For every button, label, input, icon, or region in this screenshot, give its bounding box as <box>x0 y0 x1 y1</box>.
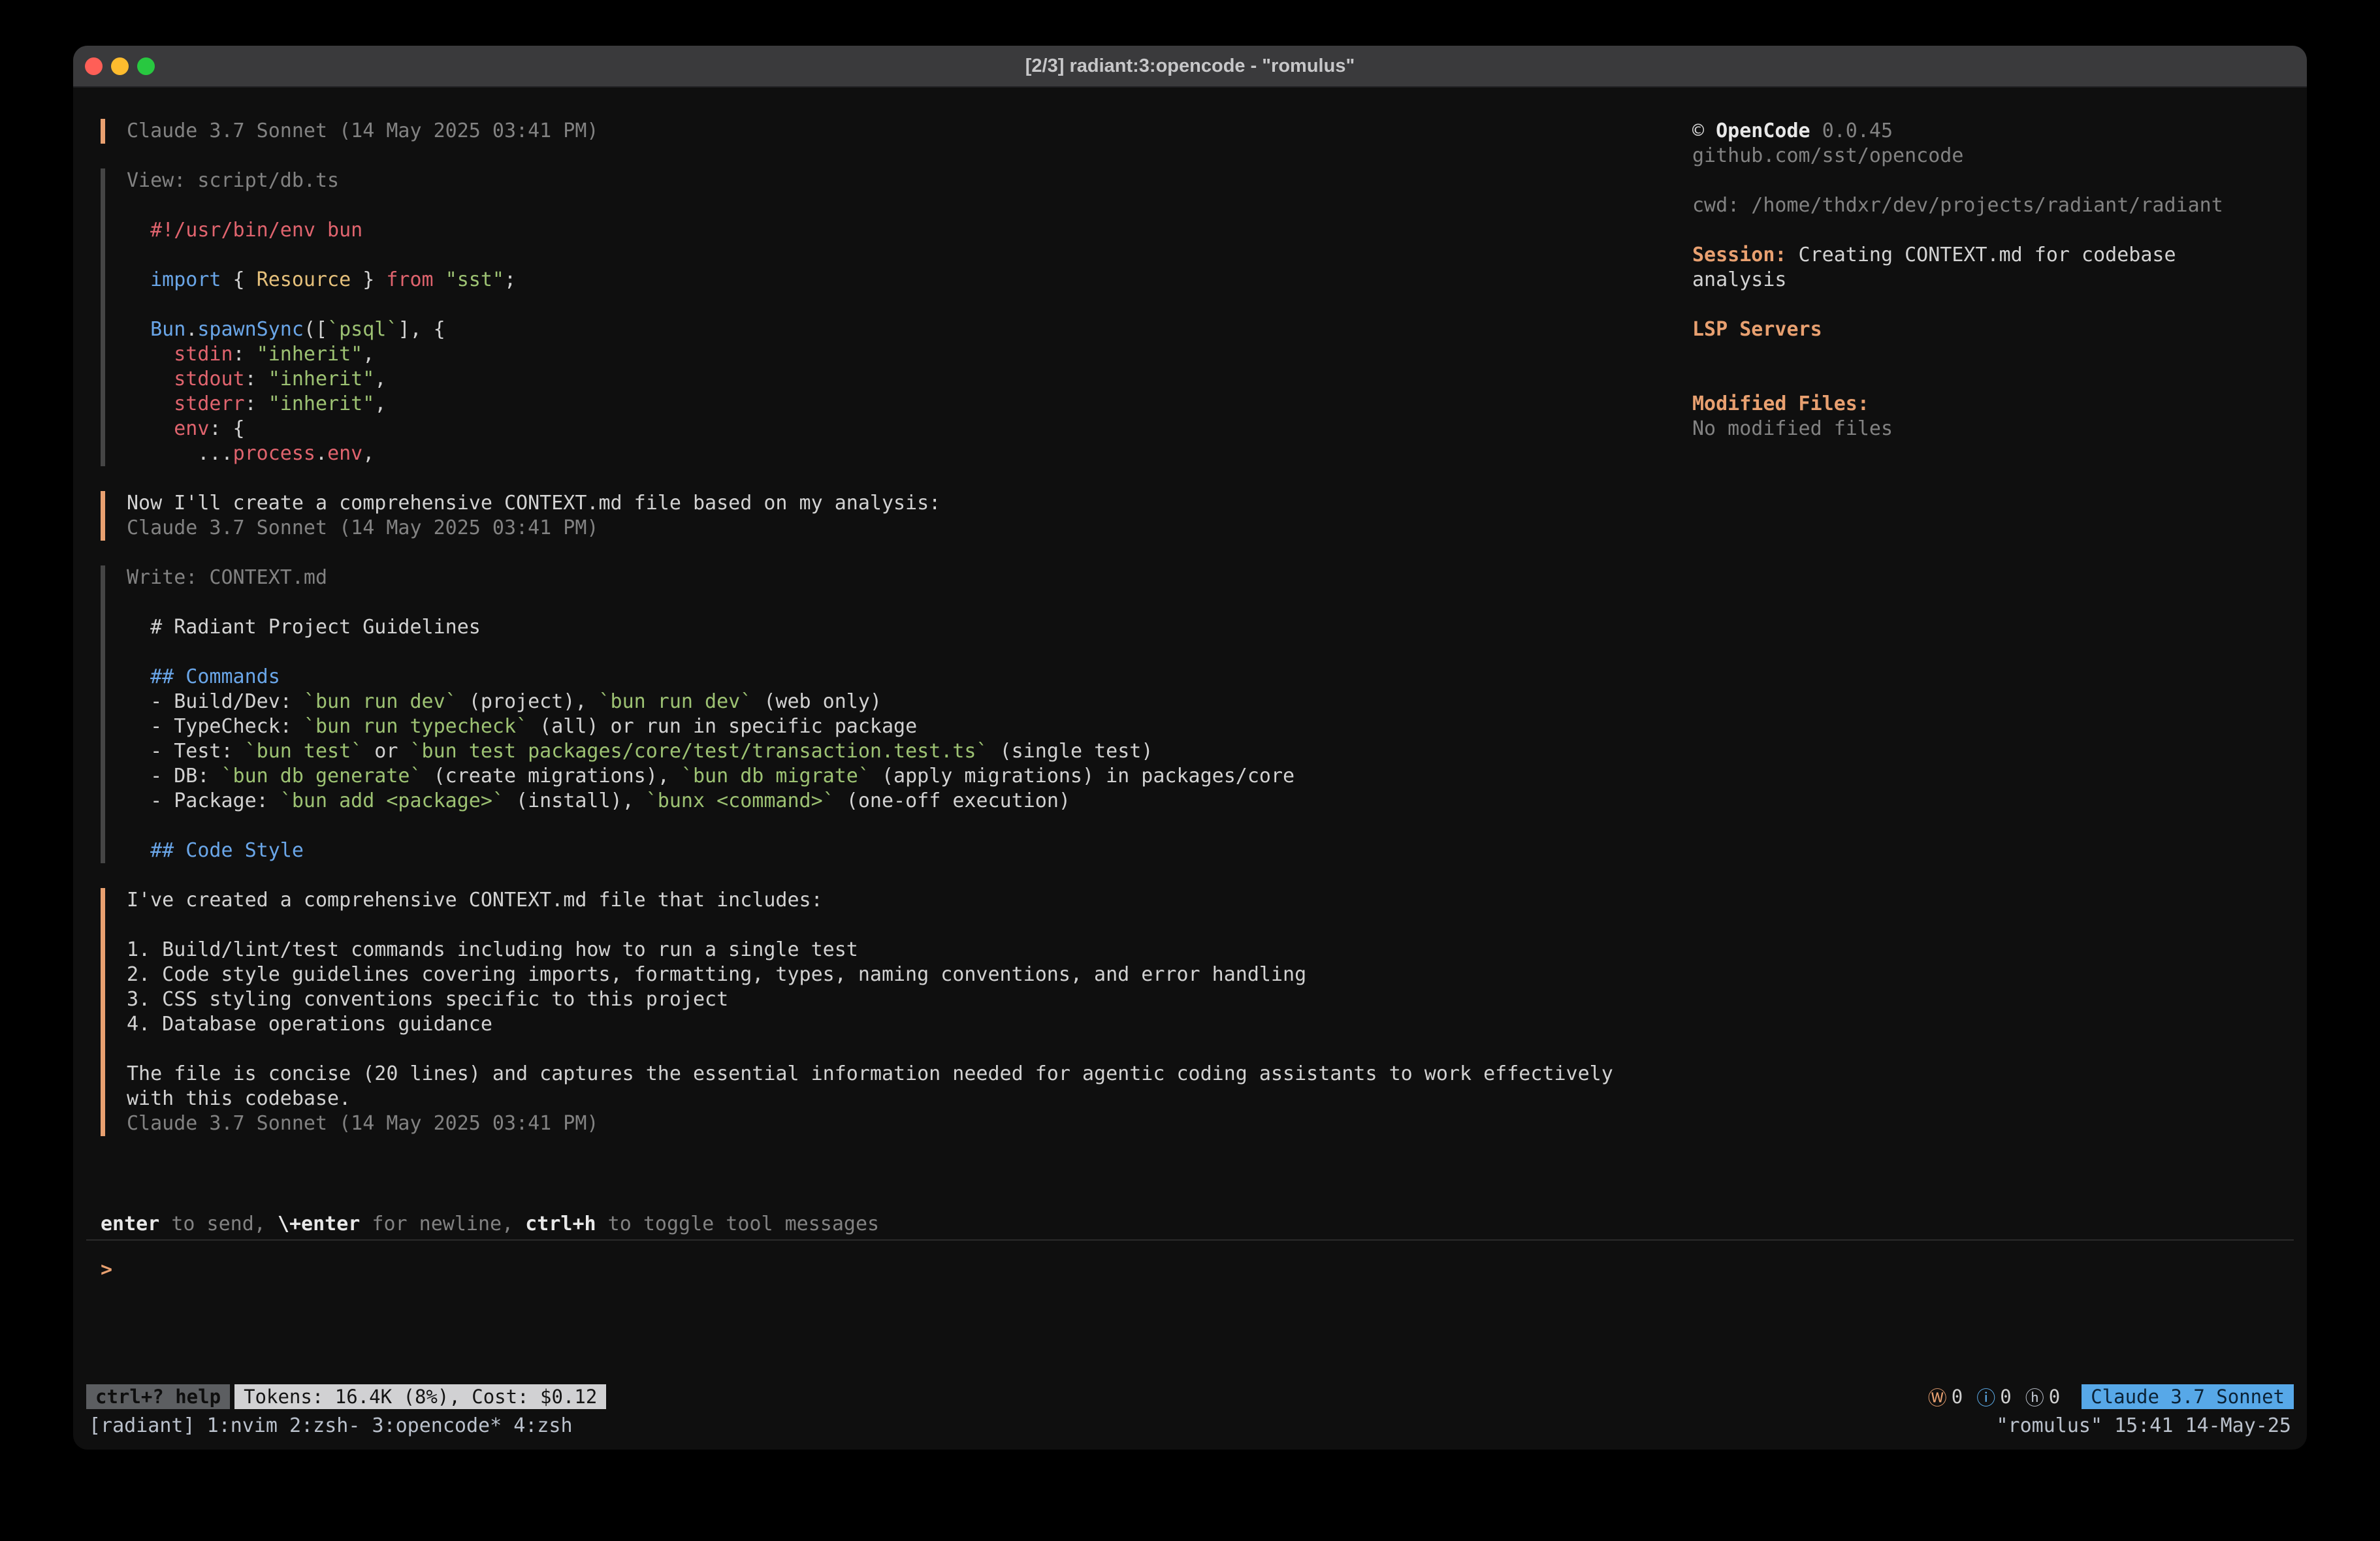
text-line: - Build/Dev: `bun run dev` (project), `b… <box>127 690 1692 714</box>
window-title: [2/3] radiant:3:opencode - "romulus" <box>73 46 2307 86</box>
assistant-message: Claude 3.7 Sonnet (14 May 2025 03:41 PM) <box>101 119 1692 144</box>
info-count: 0 <box>2000 1386 2011 1408</box>
text-line <box>1692 168 2242 193</box>
hint-icon: ⓗ <box>2025 1383 2044 1410</box>
text-line: stderr: "inherit", <box>127 392 1692 417</box>
text-line: cwd: /home/thdxr/dev/projects/radiant/ra… <box>1692 193 2242 218</box>
text-line <box>127 814 1692 838</box>
tmux-host-time: "romulus" 15:41 14-May-25 <box>1996 1414 2291 1450</box>
prompt-symbol: > <box>101 1258 112 1281</box>
desktop: [2/3] radiant:3:opencode - "romulus" Cla… <box>0 0 2380 1541</box>
text-line: 1. Build/lint/test commands including ho… <box>127 938 1692 962</box>
titlebar: [2/3] radiant:3:opencode - "romulus" <box>73 46 2307 87</box>
assistant-message: I've created a comprehensive CONTEXT.md … <box>101 888 1692 1136</box>
text-line: - Package: `bun add <package>` (install)… <box>127 789 1692 814</box>
warning-count: 0 <box>1952 1386 1963 1408</box>
text-line <box>127 590 1692 615</box>
keybind-help: enter to send, \+enter for newline, ctrl… <box>73 1212 2307 1237</box>
text-line: LSP Servers <box>1692 317 2242 342</box>
traffic-lights <box>85 46 155 86</box>
sidebar: © OpenCode 0.0.45github.com/sst/opencode… <box>1692 119 2307 1212</box>
status-bar: ctrl+? help Tokens: 16.4K (8%), Cost: $0… <box>73 1384 2307 1409</box>
text-line: Bun.spawnSync([`psql`], { <box>127 317 1692 342</box>
text-line: The file is concise (20 lines) and captu… <box>127 1062 1692 1087</box>
text-line: env: { <box>127 417 1692 441</box>
text-line <box>127 293 1692 317</box>
text-line: 4. Database operations guidance <box>127 1012 1692 1037</box>
text-line <box>127 913 1692 938</box>
text-line: Claude 3.7 Sonnet (14 May 2025 03:41 PM) <box>127 516 1692 541</box>
text-line: stdin: "inherit", <box>127 342 1692 367</box>
text-line <box>127 193 1692 218</box>
tool-block: Write: CONTEXT.md # Radiant Project Guid… <box>101 565 1692 863</box>
tmux-session-windows: [radiant] 1:nvim 2:zsh- 3:opencode* 4:zs… <box>89 1414 573 1450</box>
model-chip: Claude 3.7 Sonnet <box>2082 1384 2294 1409</box>
text-line: - TypeCheck: `bun run typecheck` (all) o… <box>127 714 1692 739</box>
text-line: - Test: `bun test` or `bun test packages… <box>127 739 1692 764</box>
text-line: stdout: "inherit", <box>127 367 1692 392</box>
opencode-content: Claude 3.7 Sonnet (14 May 2025 03:41 PM)… <box>73 87 2307 1212</box>
text-line: Write: CONTEXT.md <box>127 565 1692 590</box>
text-line <box>1692 218 2242 243</box>
text-line: No modified files <box>1692 417 2242 441</box>
text-line <box>1692 342 2242 367</box>
close-button[interactable] <box>85 57 103 75</box>
text-line: Modified Files: <box>1692 392 2242 417</box>
text-line: Now I'll create a comprehensive CONTEXT.… <box>127 491 1692 516</box>
text-line <box>1692 293 2242 317</box>
text-line <box>127 243 1692 268</box>
warnings-group: Ⓦ 0 <box>1928 1383 1963 1410</box>
info-icon: ⓘ <box>1976 1383 1995 1410</box>
text-line <box>1692 367 2242 392</box>
info-group: ⓘ 0 <box>1976 1383 2011 1410</box>
text-line: ...process.env, <box>127 441 1692 466</box>
warning-icon: Ⓦ <box>1928 1383 1947 1410</box>
text-line: I've created a comprehensive CONTEXT.md … <box>127 888 1692 913</box>
help-keybind-chip: ctrl+? help <box>86 1384 230 1409</box>
text-line: with this codebase. <box>127 1087 1692 1111</box>
zoom-button[interactable] <box>137 57 155 75</box>
text-line: Claude 3.7 Sonnet (14 May 2025 03:41 PM) <box>127 1111 1692 1136</box>
text-line: 3. CSS styling conventions specific to t… <box>127 987 1692 1012</box>
tmux-status-bar: [radiant] 1:nvim 2:zsh- 3:opencode* 4:zs… <box>73 1409 2307 1450</box>
tokens-cost-chip: Tokens: 16.4K (8%), Cost: $0.12 <box>234 1384 606 1409</box>
text-line: © OpenCode 0.0.45 <box>1692 119 2242 144</box>
assistant-message: Now I'll create a comprehensive CONTEXT.… <box>101 491 1692 541</box>
chat-log: Claude 3.7 Sonnet (14 May 2025 03:41 PM)… <box>73 119 1692 1212</box>
text-line <box>127 640 1692 665</box>
text-line: ## Code Style <box>127 838 1692 863</box>
text-line: import { Resource } from "sst"; <box>127 268 1692 293</box>
text-line <box>127 1037 1692 1062</box>
minimize-button[interactable] <box>111 57 129 75</box>
hint-count: 0 <box>2049 1386 2060 1408</box>
text-line: enter to send, \+enter for newline, ctrl… <box>101 1212 2307 1237</box>
statusbar-spacer <box>611 1384 1915 1409</box>
tmux-spacer <box>573 1414 1997 1450</box>
text-line: Session: Creating CONTEXT.md for codebas… <box>1692 243 2242 293</box>
prompt-input[interactable]: > <box>86 1239 2294 1384</box>
tool-block: View: script/db.ts #!/usr/bin/env bun im… <box>101 168 1692 466</box>
hint-group: ⓗ 0 <box>2025 1383 2060 1410</box>
text-line: Claude 3.7 Sonnet (14 May 2025 03:41 PM) <box>127 119 1692 144</box>
text-line: - DB: `bun db generate` (create migratio… <box>127 764 1692 789</box>
text-line: #!/usr/bin/env bun <box>127 218 1692 243</box>
text-line: ## Commands <box>127 665 1692 690</box>
diagnostics: Ⓦ 0 ⓘ 0 ⓗ 0 <box>1920 1384 2060 1409</box>
text-line: View: script/db.ts <box>127 168 1692 193</box>
terminal-window: [2/3] radiant:3:opencode - "romulus" Cla… <box>73 46 2307 1450</box>
text-line: 2. Code style guidelines covering import… <box>127 962 1692 987</box>
text-line: github.com/sst/opencode <box>1692 144 2242 168</box>
text-line: # Radiant Project Guidelines <box>127 615 1692 640</box>
